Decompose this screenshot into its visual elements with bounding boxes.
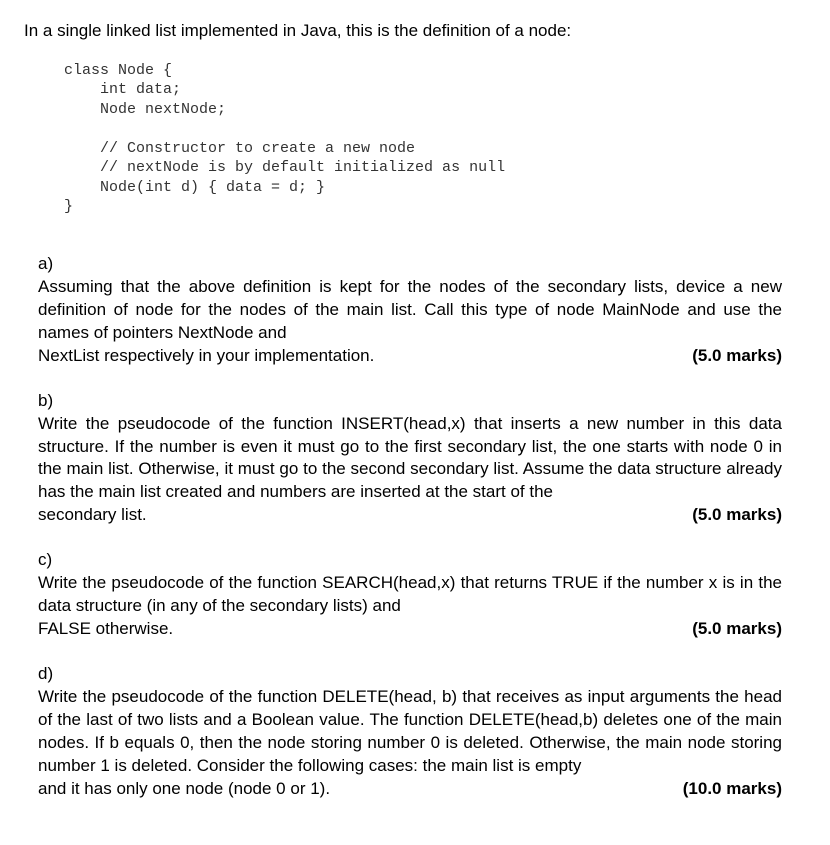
question-d: d) Write the pseudocode of the function … bbox=[38, 663, 810, 801]
question-a-label: a) bbox=[38, 253, 62, 276]
question-b-text-main: Write the pseudocode of the function INS… bbox=[38, 414, 782, 502]
question-d-text-main: Write the pseudocode of the function DEL… bbox=[38, 687, 782, 775]
question-d-marks: (10.0 marks) bbox=[683, 778, 782, 801]
question-a-body: Assuming that the above definition is ke… bbox=[38, 276, 782, 368]
question-a-marks: (5.0 marks) bbox=[692, 345, 782, 368]
question-a: a) Assuming that the above definition is… bbox=[38, 253, 810, 368]
question-c-text-main: Write the pseudocode of the function SEA… bbox=[38, 573, 782, 615]
question-d-text-last: and it has only one node (node 0 or 1). bbox=[38, 779, 330, 798]
question-c-body: Write the pseudocode of the function SEA… bbox=[38, 572, 782, 641]
question-b-text-last: secondary list. bbox=[38, 505, 147, 524]
question-b-body: Write the pseudocode of the function INS… bbox=[38, 413, 782, 528]
question-c-text-last: FALSE otherwise. bbox=[38, 619, 173, 638]
question-c: c) Write the pseudocode of the function … bbox=[38, 549, 810, 641]
question-d-label: d) bbox=[38, 663, 62, 686]
intro-text: In a single linked list implemented in J… bbox=[24, 20, 810, 43]
question-d-body: Write the pseudocode of the function DEL… bbox=[38, 686, 782, 801]
code-definition: class Node { int data; Node nextNode; //… bbox=[64, 61, 810, 217]
question-c-label: c) bbox=[38, 549, 62, 572]
question-b-marks: (5.0 marks) bbox=[692, 504, 782, 527]
question-c-marks: (5.0 marks) bbox=[692, 618, 782, 641]
question-b: b) Write the pseudocode of the function … bbox=[38, 390, 810, 528]
question-b-label: b) bbox=[38, 390, 62, 413]
question-a-text-last: NextList respectively in your implementa… bbox=[38, 346, 374, 365]
question-a-text-main: Assuming that the above definition is ke… bbox=[38, 277, 782, 342]
